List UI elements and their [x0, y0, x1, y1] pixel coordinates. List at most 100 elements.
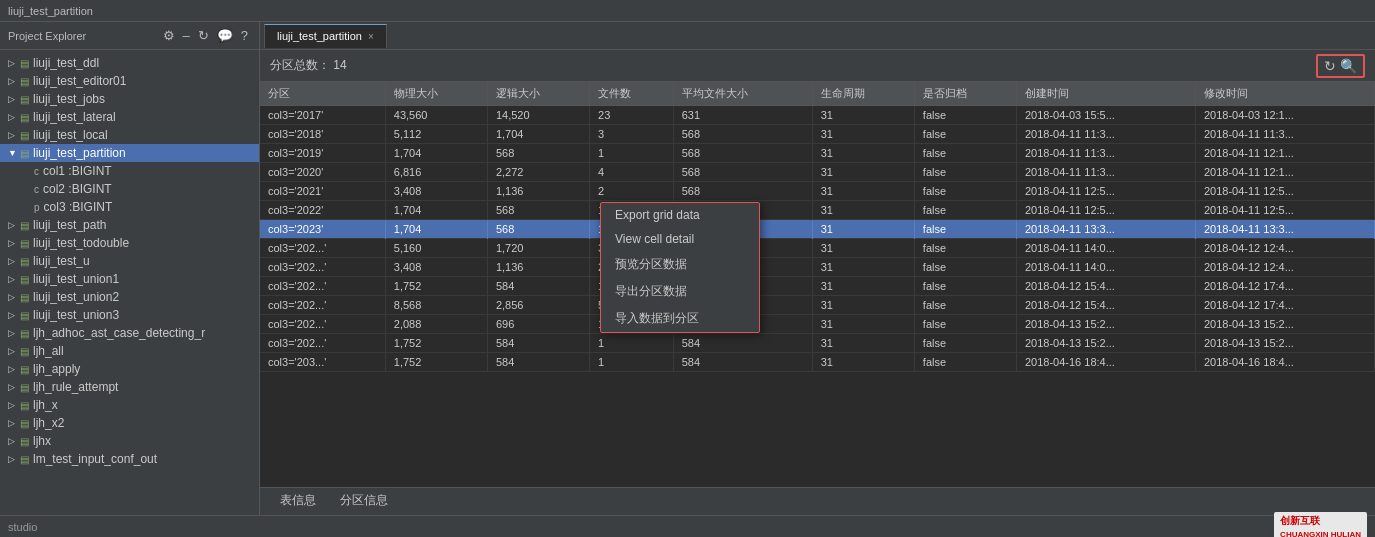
- table-row[interactable]: col3='202...'1,752584158431false2018-04-…: [260, 334, 1375, 353]
- table-cell: false: [914, 258, 1016, 277]
- table-row[interactable]: col3='202...'8,5682,856557131false2018-0…: [260, 296, 1375, 315]
- sidebar-item-liuji_test_union2[interactable]: ▷▤liuji_test_union2: [0, 288, 259, 306]
- table-cell: 1,720: [487, 239, 589, 258]
- table-row[interactable]: col3='2022'1,704568156831false2018-04-11…: [260, 201, 1375, 220]
- sidebar-refresh-button[interactable]: ↻: [195, 27, 212, 44]
- sidebar-settings-button[interactable]: ⚙: [160, 27, 178, 44]
- sidebar-item-liuji_test_ddl[interactable]: ▷▤liuji_test_ddl: [0, 54, 259, 72]
- refresh-button[interactable]: ↻: [1324, 58, 1336, 74]
- table-cell: 2018-04-11 13:3...: [1195, 220, 1374, 239]
- table-row[interactable]: col3='203...'1,752584158431false2018-04-…: [260, 353, 1375, 372]
- chevron-icon: ▷: [8, 58, 18, 68]
- sidebar-item-col2_bigint[interactable]: ccol2 :BIGINT: [0, 180, 259, 198]
- main-tab[interactable]: liuji_test_partition ×: [264, 24, 387, 48]
- table-row[interactable]: col3='202...'3,4081,136256831false2018-0…: [260, 258, 1375, 277]
- table-cell: 2018-04-12 15:4...: [1016, 277, 1195, 296]
- table-cell: 2018-04-11 11:3...: [1016, 125, 1195, 144]
- sidebar-item-col3_bigint[interactable]: pcol3 :BIGINT: [0, 198, 259, 216]
- tree-item-label: liuji_test_ddl: [33, 56, 99, 70]
- tree-item-label: col1 :BIGINT: [43, 164, 112, 178]
- table-cell: 31: [812, 125, 914, 144]
- sidebar-item-liuji_test_partition[interactable]: ▼▤liuji_test_partition: [0, 144, 259, 162]
- table-cell: 31: [812, 277, 914, 296]
- sidebar-item-ljh_all[interactable]: ▷▤ljh_all: [0, 342, 259, 360]
- column-icon: c: [34, 166, 39, 177]
- sidebar-item-ljh_apply[interactable]: ▷▤ljh_apply: [0, 360, 259, 378]
- bottom-tab[interactable]: 表信息: [268, 488, 328, 515]
- search-button[interactable]: 🔍: [1340, 58, 1357, 74]
- sidebar-item-liuji_test_path[interactable]: ▷▤liuji_test_path: [0, 216, 259, 234]
- tree-item-label: ljh_x2: [33, 416, 64, 430]
- table-cell: 5,160: [385, 239, 487, 258]
- chevron-icon: ▷: [8, 346, 18, 356]
- table-cell: 1,704: [385, 144, 487, 163]
- table-row[interactable]: col3='202...'5,1601,720357331false2018-0…: [260, 239, 1375, 258]
- chevron-icon: ▷: [8, 94, 18, 104]
- sidebar-item-ljh_adhoc[interactable]: ▷▤ljh_adhoc_ast_case_detecting_r: [0, 324, 259, 342]
- sidebar-item-liuji_test_jobs[interactable]: ▷▤liuji_test_jobs: [0, 90, 259, 108]
- table-cell: 2018-04-13 15:2...: [1195, 334, 1374, 353]
- sidebar-collapse-button[interactable]: –: [180, 27, 193, 44]
- table-icon: ▤: [20, 364, 29, 375]
- table-icon: ▤: [20, 130, 29, 141]
- sidebar-item-liuji_test_local[interactable]: ▷▤liuji_test_local: [0, 126, 259, 144]
- table-row[interactable]: col3='2020'6,8162,272456831false2018-04-…: [260, 163, 1375, 182]
- table-cell: false: [914, 334, 1016, 353]
- context-menu-item[interactable]: 导出分区数据: [601, 278, 759, 305]
- table-icon: ▤: [20, 454, 29, 465]
- table-row[interactable]: col3='202...'2,088696169631false2018-04-…: [260, 315, 1375, 334]
- close-tab-icon[interactable]: ×: [368, 31, 374, 42]
- chevron-icon: ▷: [8, 364, 18, 374]
- tab-label: liuji_test_partition: [277, 30, 362, 42]
- table-row[interactable]: col3='2019'1,704568156831false2018-04-11…: [260, 144, 1375, 163]
- tree-item-label: ljh_all: [33, 344, 64, 358]
- table-icon: ▤: [20, 238, 29, 249]
- sidebar-item-ljh_x2[interactable]: ▷▤ljh_x2: [0, 414, 259, 432]
- table-cell: 2: [590, 182, 674, 201]
- table-cell: 31: [812, 182, 914, 201]
- table-cell: 1,704: [487, 125, 589, 144]
- table-cell: col3='202...': [260, 277, 385, 296]
- context-menu-item[interactable]: Export grid data: [601, 203, 759, 227]
- sidebar-item-lm_test_input[interactable]: ▷▤lm_test_input_conf_out: [0, 450, 259, 468]
- sidebar-item-liuji_test_editor01[interactable]: ▷▤liuji_test_editor01: [0, 72, 259, 90]
- table-row[interactable]: col3='2021'3,4081,136256831false2018-04-…: [260, 182, 1375, 201]
- table-cell: 568: [673, 125, 812, 144]
- table-cell: 43,560: [385, 106, 487, 125]
- sidebar-item-liuji_test_u[interactable]: ▷▤liuji_test_u: [0, 252, 259, 270]
- table-cell: 2,088: [385, 315, 487, 334]
- chevron-icon: ▷: [8, 328, 18, 338]
- context-menu-item[interactable]: 导入数据到分区: [601, 305, 759, 332]
- table-cell: 2018-04-12 12:4...: [1195, 239, 1374, 258]
- context-menu-item[interactable]: View cell detail: [601, 227, 759, 251]
- sidebar-item-liuji_test_todouble[interactable]: ▷▤liuji_test_todouble: [0, 234, 259, 252]
- table-row[interactable]: col3='2017'43,56014,5202363131false2018-…: [260, 106, 1375, 125]
- sidebar-item-liuji_test_lateral[interactable]: ▷▤liuji_test_lateral: [0, 108, 259, 126]
- table-cell: 31: [812, 144, 914, 163]
- table-cell: 2018-04-11 14:0...: [1016, 258, 1195, 277]
- table-cell: false: [914, 220, 1016, 239]
- tree-item-label: liuji_test_union2: [33, 290, 119, 304]
- content-area: liuji_test_partition × 分区总数： 14 ↻ 🔍 分区物理…: [260, 22, 1375, 515]
- sidebar-item-ljh_x[interactable]: ▷▤ljh_x: [0, 396, 259, 414]
- chevron-icon: ▷: [8, 76, 18, 86]
- sidebar-add-button[interactable]: 💬: [214, 27, 236, 44]
- table-row[interactable]: col3='202...'1,752584158431false2018-04-…: [260, 277, 1375, 296]
- sidebar-item-col1_bigint[interactable]: c col1 :BIGINT: [0, 162, 259, 180]
- table-cell: 568: [673, 144, 812, 163]
- col-header: 分区: [260, 82, 385, 106]
- table-icon: ▤: [20, 76, 29, 87]
- table-cell: 2018-04-11 12:5...: [1016, 182, 1195, 201]
- sidebar-item-liuji_test_union3[interactable]: ▷▤liuji_test_union3: [0, 306, 259, 324]
- sidebar-item-ljhx[interactable]: ▷▤ljhx: [0, 432, 259, 450]
- sidebar-item-liuji_test_union1[interactable]: ▷▤liuji_test_union1: [0, 270, 259, 288]
- bottom-tab[interactable]: 分区信息: [328, 488, 400, 515]
- chevron-icon: ▷: [8, 454, 18, 464]
- col-header: 生命周期: [812, 82, 914, 106]
- table-row[interactable]: col3='2018'5,1121,704356831false2018-04-…: [260, 125, 1375, 144]
- context-menu-item[interactable]: 预览分区数据: [601, 251, 759, 278]
- sidebar-item-ljh_rule_attempt[interactable]: ▷▤ljh_rule_attempt: [0, 378, 259, 396]
- table-cell: 1,704: [385, 220, 487, 239]
- table-row[interactable]: col3='2023'1,704568156831false2018-04-11…: [260, 220, 1375, 239]
- sidebar-help-button[interactable]: ?: [238, 27, 251, 44]
